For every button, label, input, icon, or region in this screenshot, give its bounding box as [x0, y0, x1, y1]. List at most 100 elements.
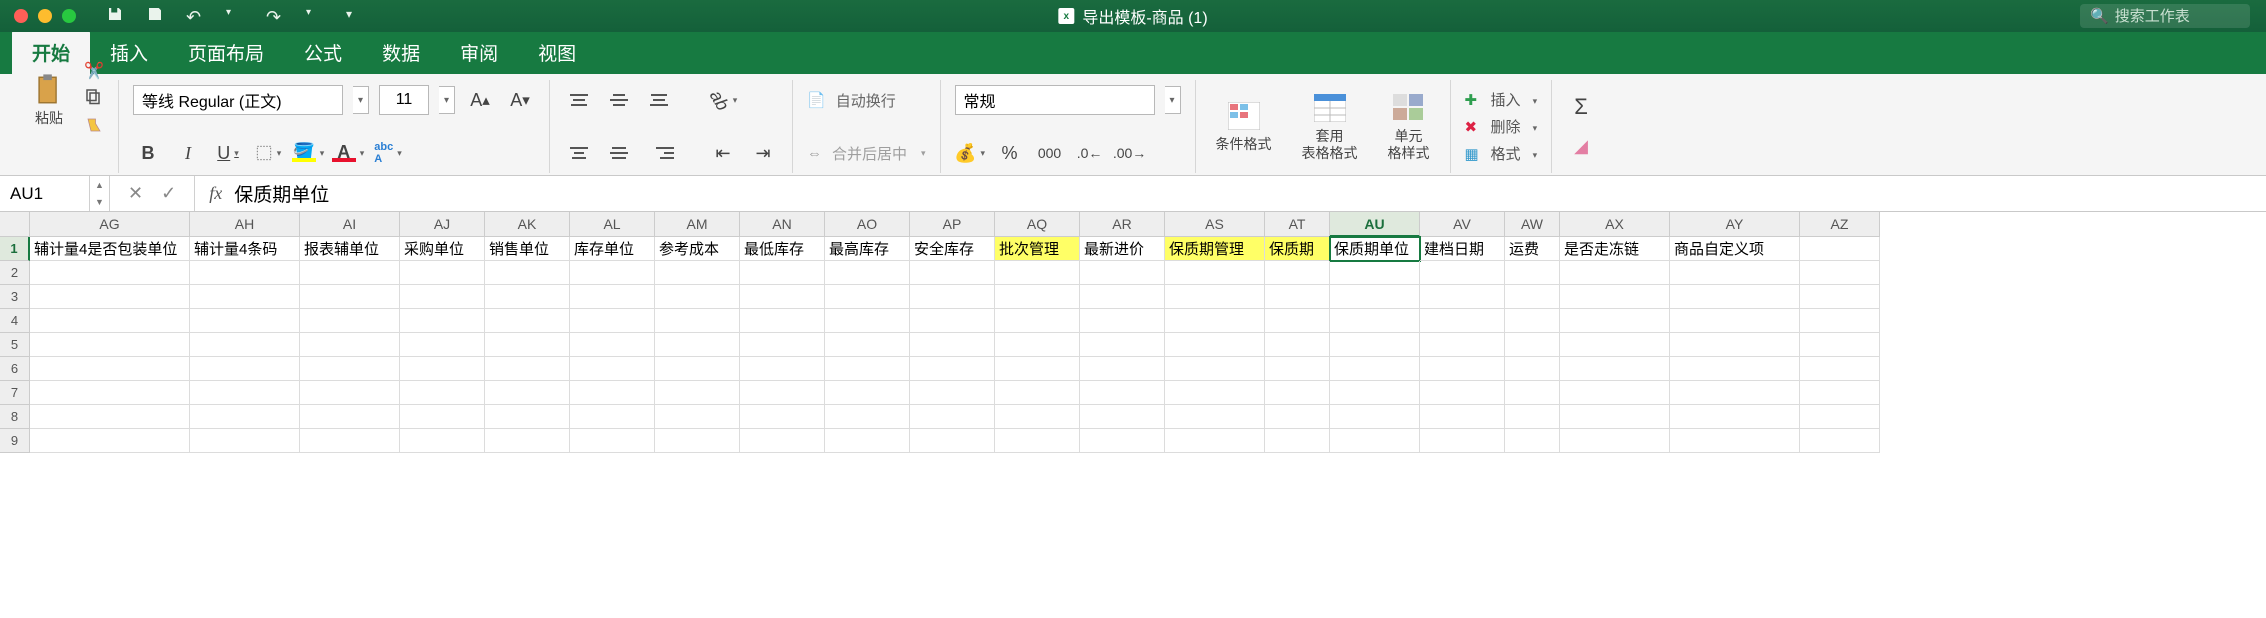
cell-AQ3[interactable]: [995, 285, 1080, 309]
cell-AL4[interactable]: [570, 309, 655, 333]
cell-AV5[interactable]: [1420, 333, 1505, 357]
cell-AP9[interactable]: [910, 429, 995, 453]
cell-AS5[interactable]: [1165, 333, 1265, 357]
column-header-AQ[interactable]: AQ: [995, 212, 1080, 237]
row-header-3[interactable]: 3: [0, 285, 30, 309]
cell-AL1[interactable]: 库存单位: [570, 237, 655, 261]
cell-AY6[interactable]: [1670, 357, 1800, 381]
cell-AL3[interactable]: [570, 285, 655, 309]
cell-AP4[interactable]: [910, 309, 995, 333]
cell-AK5[interactable]: [485, 333, 570, 357]
cell-AP7[interactable]: [910, 381, 995, 405]
cell-AV9[interactable]: [1420, 429, 1505, 453]
cell-AI4[interactable]: [300, 309, 400, 333]
cell-AR7[interactable]: [1080, 381, 1165, 405]
cell-AO5[interactable]: [825, 333, 910, 357]
cell-AU7[interactable]: [1330, 381, 1420, 405]
cell-AY9[interactable]: [1670, 429, 1800, 453]
row-header-6[interactable]: 6: [0, 357, 30, 381]
cell-AQ9[interactable]: [995, 429, 1080, 453]
cell-AT5[interactable]: [1265, 333, 1330, 357]
cell-AZ9[interactable]: [1800, 429, 1880, 453]
tab-review[interactable]: 审阅: [440, 29, 518, 74]
cell-AX5[interactable]: [1560, 333, 1670, 357]
tab-view[interactable]: 视图: [518, 29, 596, 74]
number-format-dropdown[interactable]: [1165, 86, 1181, 114]
cell-AW4[interactable]: [1505, 309, 1560, 333]
qat-customize-icon[interactable]: ▾: [346, 7, 364, 25]
tab-formulas[interactable]: 公式: [284, 29, 362, 74]
cell-AP3[interactable]: [910, 285, 995, 309]
cell-AS6[interactable]: [1165, 357, 1265, 381]
cell-AQ6[interactable]: [995, 357, 1080, 381]
cell-AK4[interactable]: [485, 309, 570, 333]
paste-button[interactable]: 粘贴: [24, 72, 74, 128]
cell-AV2[interactable]: [1420, 261, 1505, 285]
save-as-icon[interactable]: [146, 5, 164, 28]
font-size-dropdown[interactable]: [439, 86, 455, 114]
cell-AS9[interactable]: [1165, 429, 1265, 453]
cut-icon[interactable]: ✂️: [84, 61, 104, 81]
close-window-button[interactable]: [14, 9, 28, 23]
column-header-AP[interactable]: AP: [910, 212, 995, 237]
formula-input[interactable]: [222, 183, 2266, 205]
cell-AX4[interactable]: [1560, 309, 1670, 333]
cell-AI2[interactable]: [300, 261, 400, 285]
cell-AU2[interactable]: [1330, 261, 1420, 285]
cell-AO6[interactable]: [825, 357, 910, 381]
cell-AO8[interactable]: [825, 405, 910, 429]
cell-AG2[interactable]: [30, 261, 190, 285]
fx-icon[interactable]: fx: [194, 176, 222, 211]
cell-AM8[interactable]: [655, 405, 740, 429]
cell-AL2[interactable]: [570, 261, 655, 285]
cell-AX1[interactable]: 是否走冻链: [1560, 237, 1670, 261]
cell-AW7[interactable]: [1505, 381, 1560, 405]
column-header-AL[interactable]: AL: [570, 212, 655, 237]
cell-AR4[interactable]: [1080, 309, 1165, 333]
cell-AK3[interactable]: [485, 285, 570, 309]
name-box[interactable]: AU1: [0, 176, 90, 211]
column-header-AH[interactable]: AH: [190, 212, 300, 237]
cell-AJ5[interactable]: [400, 333, 485, 357]
cell-AR1[interactable]: 最新进价: [1080, 237, 1165, 261]
underline-button[interactable]: U: [213, 138, 243, 168]
cell-AT8[interactable]: [1265, 405, 1330, 429]
decrease-font-icon[interactable]: A▾: [505, 85, 535, 115]
cell-AK6[interactable]: [485, 357, 570, 381]
cell-AX8[interactable]: [1560, 405, 1670, 429]
cell-AP5[interactable]: [910, 333, 995, 357]
cell-AG1[interactable]: 辅计量4是否包装单位: [30, 237, 190, 261]
cell-AS3[interactable]: [1165, 285, 1265, 309]
align-center-icon[interactable]: [604, 141, 634, 165]
cell-AY1[interactable]: 商品自定义项: [1670, 237, 1800, 261]
cell-AZ2[interactable]: [1800, 261, 1880, 285]
cell-AX3[interactable]: [1560, 285, 1670, 309]
cell-AI1[interactable]: 报表辅单位: [300, 237, 400, 261]
cell-AR9[interactable]: [1080, 429, 1165, 453]
cell-AI8[interactable]: [300, 405, 400, 429]
format-cells-button[interactable]: ▦格式: [1465, 143, 1538, 164]
cell-AS1[interactable]: 保质期管理: [1165, 237, 1265, 261]
increase-indent-icon[interactable]: ⇥: [748, 138, 778, 168]
cell-AX7[interactable]: [1560, 381, 1670, 405]
search-input[interactable]: [2115, 8, 2240, 25]
cell-AM5[interactable]: [655, 333, 740, 357]
cell-AU9[interactable]: [1330, 429, 1420, 453]
cell-AG7[interactable]: [30, 381, 190, 405]
undo-icon[interactable]: ↶: [186, 7, 204, 25]
insert-cells-button[interactable]: ✚插入: [1465, 89, 1538, 110]
decrease-decimal-icon[interactable]: .00→: [1115, 138, 1145, 168]
cell-AN7[interactable]: [740, 381, 825, 405]
cell-AT4[interactable]: [1265, 309, 1330, 333]
cell-AN8[interactable]: [740, 405, 825, 429]
italic-button[interactable]: I: [173, 138, 203, 168]
select-all-corner[interactable]: [0, 212, 30, 237]
font-name-dropdown[interactable]: [353, 86, 369, 114]
search-sheet[interactable]: 🔍: [2080, 4, 2250, 28]
cell-AL6[interactable]: [570, 357, 655, 381]
cell-AI7[interactable]: [300, 381, 400, 405]
cell-AT6[interactable]: [1265, 357, 1330, 381]
cell-AP2[interactable]: [910, 261, 995, 285]
cell-AJ9[interactable]: [400, 429, 485, 453]
cell-AY7[interactable]: [1670, 381, 1800, 405]
